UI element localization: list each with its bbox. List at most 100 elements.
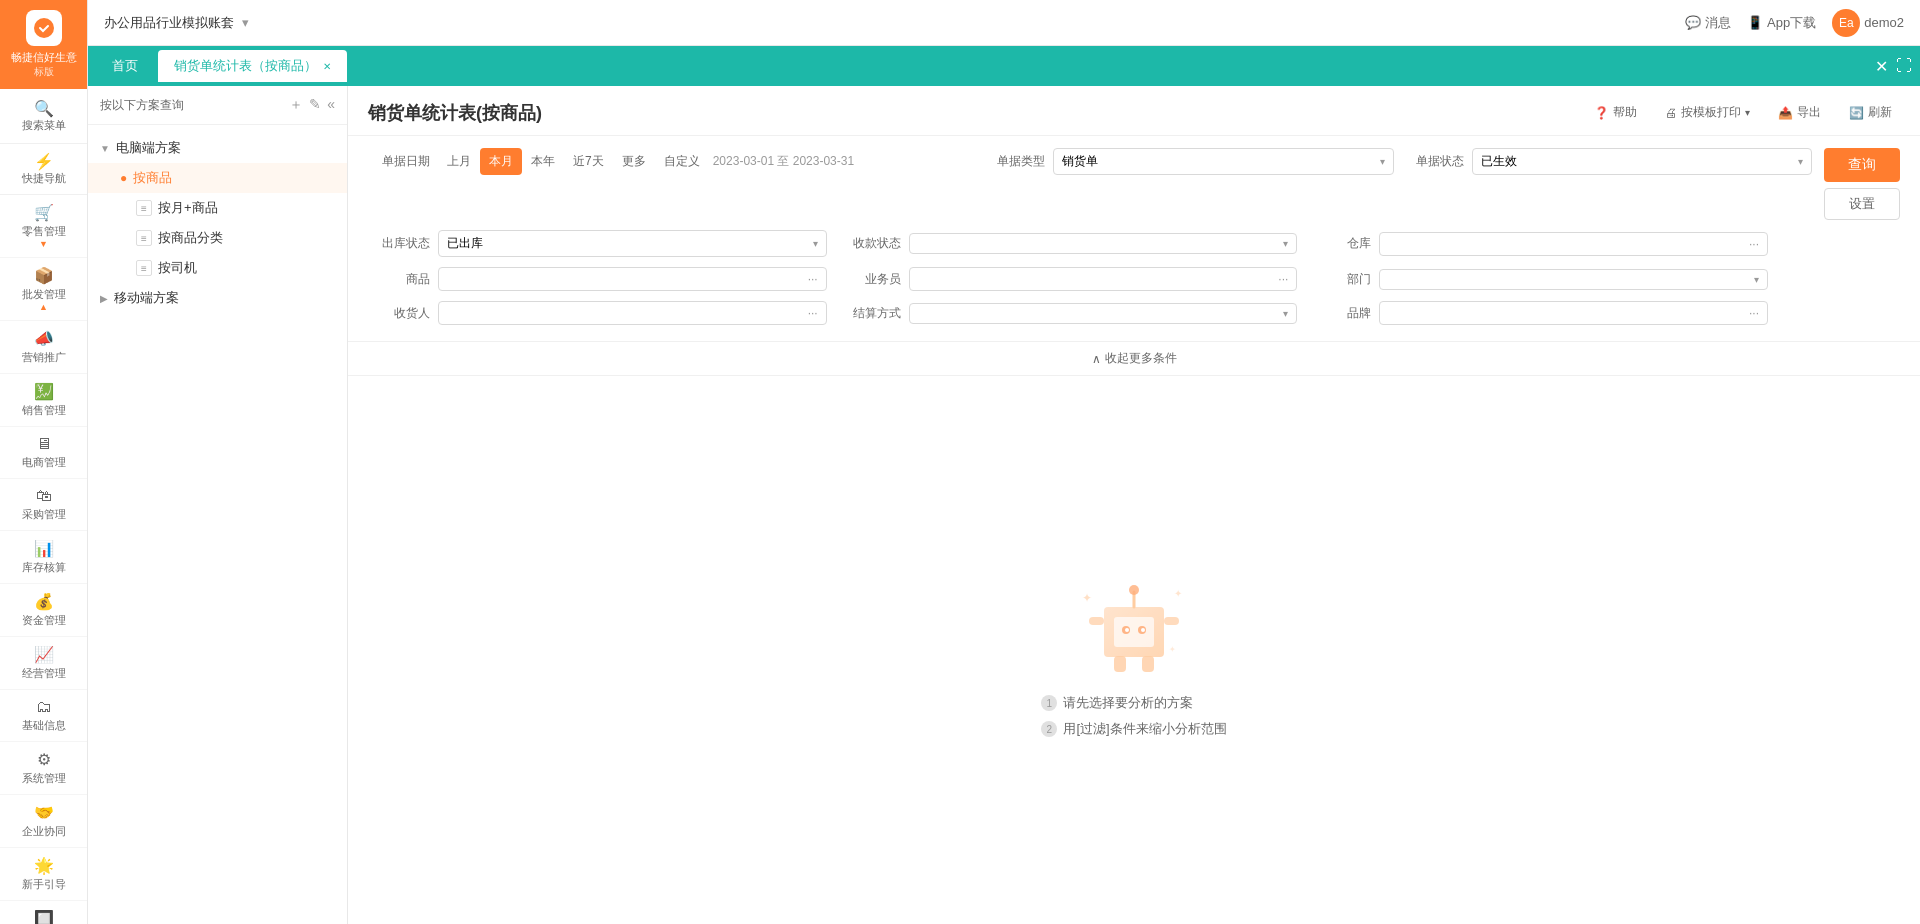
tab-close-btn[interactable]: ✕ <box>323 61 331 72</box>
svg-point-8 <box>1129 585 1139 595</box>
sidebar-item-guide[interactable]: 🌟 新手引导 <box>0 848 87 901</box>
tree-pc-parent[interactable]: ▼ 电脑端方案 <box>88 133 347 163</box>
date-btn-last-month[interactable]: 上月 <box>438 148 480 175</box>
refresh-btn[interactable]: 🔄 刷新 <box>1841 100 1900 125</box>
sidebar-item-marketing[interactable]: 📣 营销推广 <box>0 321 87 374</box>
tree-by-product[interactable]: ● 按商品 <box>88 163 347 193</box>
pay-status-select[interactable]: ▾ <box>909 233 1298 254</box>
add-scheme-btn[interactable]: ＋ <box>289 96 303 114</box>
tab-home[interactable]: 首页 <box>96 50 154 82</box>
export-btn[interactable]: 📤 导出 <box>1770 100 1829 125</box>
settlement-dropdown-icon: ▾ <box>1283 308 1288 319</box>
tip-num-2: 2 <box>1041 721 1057 737</box>
right-panel: 销货单统计表(按商品) ❓ 帮助 🖨 按模板打印 ▾ 📤 导出 <box>348 86 1920 924</box>
sidebar: 畅捷信好生意 标版 🔍 搜索菜单 ⚡ 快捷导航 🛒 零售管理 ▼ 📦 批发管理 … <box>0 0 88 924</box>
purchase-icon: 🛍 <box>36 487 52 505</box>
brand-input[interactable]: ··· <box>1379 301 1768 325</box>
wholesale-icon: 📦 <box>34 266 54 285</box>
close-all-icon[interactable]: ✕ <box>1875 57 1888 76</box>
tree-mobile-parent[interactable]: ▶ 移动端方案 <box>88 283 347 313</box>
collapse-bar[interactable]: ∧ 收起更多条件 <box>348 342 1920 376</box>
ecommerce-icon: 🖥 <box>36 435 52 453</box>
user-avatar: Ea <box>1832 9 1860 37</box>
active-dot-icon: ● <box>120 171 127 185</box>
product-input[interactable]: ··· <box>438 267 827 291</box>
sidebar-item-wholesale[interactable]: 📦 批发管理 ▲ <box>0 258 87 321</box>
warehouse-input[interactable]: ··· <box>1379 232 1768 256</box>
tree-by-month-product[interactable]: ≡ 按月+商品 <box>88 193 347 223</box>
svg-point-0 <box>34 18 54 38</box>
svg-rect-10 <box>1164 617 1179 625</box>
app-download-btn[interactable]: 📱 App下载 <box>1747 14 1816 32</box>
operations-icon: 📈 <box>34 645 54 664</box>
pay-status-dropdown-icon: ▾ <box>1283 238 1288 249</box>
sidebar-item-sales[interactable]: 💹 销售管理 <box>0 374 87 427</box>
sub-icon-1: ≡ <box>136 200 152 216</box>
finance-icon: 💰 <box>34 592 54 611</box>
svg-point-5 <box>1125 628 1129 632</box>
export-icon: 📤 <box>1778 106 1793 120</box>
left-panel-actions: ＋ ✎ « <box>289 96 335 114</box>
sidebar-item-basic[interactable]: 🗂 基础信息 <box>0 690 87 742</box>
tree-by-category[interactable]: ≡ 按商品分类 <box>88 223 347 253</box>
salesman-input[interactable]: ··· <box>909 267 1298 291</box>
template-print-btn[interactable]: 🖨 按模板打印 ▾ <box>1657 100 1758 125</box>
tree-by-clerk[interactable]: ≡ 按司机 <box>88 253 347 283</box>
sidebar-item-apps[interactable]: 🔲 应用中心 <box>0 901 87 924</box>
sidebar-item-purchase[interactable]: 🛍 采购管理 <box>0 479 87 531</box>
tab-sales-stats[interactable]: 销货单统计表（按商品） ✕ <box>158 50 347 82</box>
svg-rect-2 <box>1114 617 1154 647</box>
date-btn-this-year[interactable]: 本年 <box>522 148 564 175</box>
svg-rect-11 <box>1114 656 1126 672</box>
user-menu[interactable]: Ea demo2 <box>1832 9 1904 37</box>
date-btn-custom[interactable]: 自定义 <box>655 148 709 175</box>
date-btn-this-month[interactable]: 本月 <box>480 148 522 175</box>
out-status-dropdown-icon: ▾ <box>813 238 818 249</box>
date-range: 2023-03-01 至 2023-03-31 <box>713 153 854 170</box>
doc-status-select[interactable]: 已生效 ▾ <box>1472 148 1812 175</box>
warehouse-more-icon: ··· <box>1749 237 1759 251</box>
breadcrumb: 办公用品行业模拟账套 <box>104 14 234 32</box>
salesman-label: 业务员 <box>839 271 909 288</box>
department-select[interactable]: ▾ <box>1379 269 1768 290</box>
sidebar-item-finance[interactable]: 💰 资金管理 <box>0 584 87 637</box>
date-btn-more[interactable]: 更多 <box>613 148 655 175</box>
tab-bar-actions: ✕ ⛶ <box>1875 57 1912 76</box>
sidebar-item-inventory[interactable]: 📊 库存核算 <box>0 531 87 584</box>
doc-type-select[interactable]: 销货单 ▾ <box>1053 148 1393 175</box>
sidebar-item-retail[interactable]: 🛒 零售管理 ▼ <box>0 195 87 258</box>
empty-illustration: ✦ ✦ ✦ <box>1074 562 1194 682</box>
out-status-select[interactable]: 已出库 ▾ <box>438 230 827 257</box>
quick-nav[interactable]: ⚡ 快捷导航 <box>0 144 87 195</box>
breadcrumb-arrow[interactable]: ▾ <box>242 15 249 30</box>
left-panel-header: 按以下方案查询 ＋ ✎ « <box>88 86 347 125</box>
sidebar-item-ecommerce[interactable]: 🖥 电商管理 <box>0 427 87 479</box>
system-icon: ⚙ <box>37 750 51 769</box>
tab-bar: 首页 销货单统计表（按商品） ✕ ✕ ⛶ <box>88 46 1920 86</box>
message-btn[interactable]: 💬 消息 <box>1685 14 1731 32</box>
expand-icon[interactable]: ⛶ <box>1896 57 1912 76</box>
date-btn-7days[interactable]: 近7天 <box>564 148 613 175</box>
apps-icon: 🔲 <box>34 909 54 924</box>
settlement-select[interactable]: ▾ <box>909 303 1298 324</box>
settings-btn[interactable]: 设置 <box>1824 188 1900 220</box>
recipient-input[interactable]: ··· <box>438 301 827 325</box>
salesman-more-icon: ··· <box>1278 272 1288 286</box>
help-btn[interactable]: ❓ 帮助 <box>1586 100 1645 125</box>
app-subtitle: 标版 <box>34 65 54 79</box>
left-panel: 按以下方案查询 ＋ ✎ « ▼ 电脑端方案 ● 按商品 ≡ <box>88 86 348 924</box>
doc-type-label: 单据类型 <box>983 153 1053 170</box>
search-menu[interactable]: 🔍 搜索菜单 <box>0 89 87 144</box>
user-name: demo2 <box>1864 15 1904 30</box>
left-panel-title: 按以下方案查询 <box>100 97 184 114</box>
sidebar-item-enterprise[interactable]: 🤝 企业协同 <box>0 795 87 848</box>
sidebar-item-operations[interactable]: 📈 经营管理 <box>0 637 87 690</box>
page-actions: ❓ 帮助 🖨 按模板打印 ▾ 📤 导出 🔄 刷新 <box>1586 100 1900 125</box>
pay-status-label: 收款状态 <box>839 235 909 252</box>
expand-pc-icon: ▼ <box>100 143 110 154</box>
collapse-panel-btn[interactable]: « <box>327 96 335 114</box>
query-btn[interactable]: 查询 <box>1824 148 1900 182</box>
sidebar-item-system[interactable]: ⚙ 系统管理 <box>0 742 87 795</box>
app-logo[interactable]: 畅捷信好生意 标版 <box>0 0 88 89</box>
edit-scheme-btn[interactable]: ✎ <box>309 96 321 114</box>
